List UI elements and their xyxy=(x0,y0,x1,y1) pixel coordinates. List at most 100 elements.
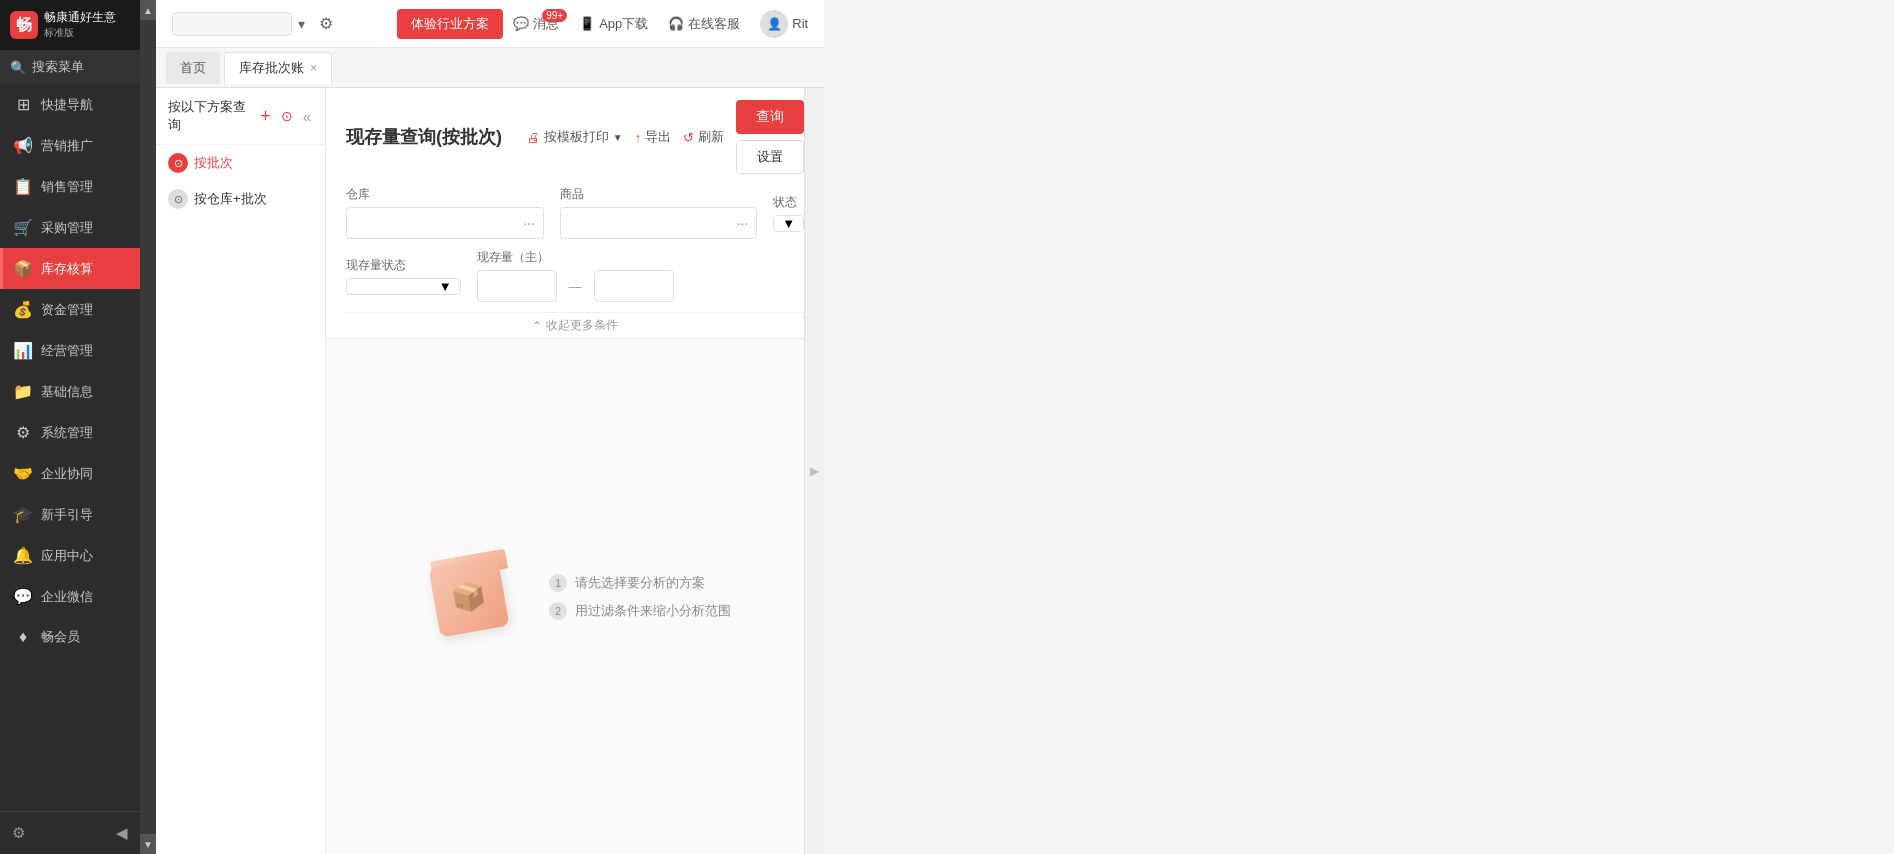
plan-batch[interactable]: ⊙ 按批次 xyxy=(156,145,325,181)
nav-icon-finance: 💰 xyxy=(13,300,33,319)
sidebar-item-enterprise[interactable]: 🤝 企业协同 xyxy=(0,453,140,494)
status-label: 状态 xyxy=(773,194,804,211)
topbar-search-input[interactable] xyxy=(172,12,292,36)
inv-status-dropdown-icon: ▼ xyxy=(439,279,452,294)
query-btn[interactable]: 查询 xyxy=(736,100,804,134)
filter-product-group: 商品 ··· xyxy=(560,186,758,239)
sidebar-item-operation[interactable]: 📊经营管理 xyxy=(0,330,140,371)
page-actions: 🖨 按模板打印 ▼ ↑ 导出 ↺ 刷新 查询 xyxy=(527,100,804,174)
add-plan-btn[interactable]: + xyxy=(258,104,273,129)
nav-icon-operation: 📊 xyxy=(13,341,33,360)
sidebar-item-shortcut[interactable]: ⊞快捷导航 xyxy=(0,84,140,125)
scroll-down-btn[interactable]: ▼ xyxy=(140,834,156,854)
topbar-gear-btn[interactable]: ⚙ xyxy=(311,9,341,39)
nav-icon-newbie: 🎓 xyxy=(13,505,33,524)
product-more-btn[interactable]: ··· xyxy=(737,215,749,231)
plan-settings-btn[interactable]: ⊙ xyxy=(279,104,295,129)
settings-action-btn[interactable]: 设置 xyxy=(736,140,804,174)
tab-close-btn[interactable]: × xyxy=(310,62,317,74)
left-panel-header: 按以下方案查询 + ⊙ « xyxy=(156,88,325,145)
nav-label-purchase: 采购管理 xyxy=(41,219,93,237)
right-close-icon: ▶ xyxy=(810,464,819,478)
sidebar-item-member[interactable]: ♦畅会员 xyxy=(0,617,140,657)
inv-main-to-input[interactable] xyxy=(594,270,674,302)
nav-label-marketing: 营销推广 xyxy=(41,137,93,155)
empty-text: 1 请先选择要分析的方案 2 用过滤条件来缩小分析范围 xyxy=(549,574,731,620)
warehouse-more-btn[interactable]: ··· xyxy=(523,215,535,231)
trial-btn[interactable]: 体验行业方案 xyxy=(397,9,503,39)
export-btn[interactable]: ↑ 导出 xyxy=(635,128,672,146)
plan-warehouse-batch[interactable]: ⊙ 按仓库+批次 xyxy=(156,181,325,217)
empty-illustration: 📦 xyxy=(419,547,519,647)
sidebar-settings-btn[interactable]: ⚙ xyxy=(10,822,27,844)
sidebar-item-inventory[interactable]: 📦 库存核算 xyxy=(0,248,140,289)
warehouse-label: 仓库 xyxy=(346,186,544,203)
export-label: 导出 xyxy=(645,128,671,146)
main-area: ▾ ⚙ 体验行业方案 💬 消息 99+ 📱 App下载 🎧 在线客服 👤 xyxy=(156,0,824,854)
filter-inv-status-group: 现存量状态 ▼ xyxy=(346,257,461,295)
app-download-btn[interactable]: 📱 App下载 xyxy=(579,15,648,33)
left-panel-title: 按以下方案查询 xyxy=(168,98,258,134)
sidebar-item-basic[interactable]: 📁基础信息 xyxy=(0,371,140,412)
topbar-dropdown-btn[interactable]: ▾ xyxy=(298,16,305,32)
page-title: 现存量查询(按批次) xyxy=(346,125,502,149)
sidebar: 畅 畅康通好生意 标准版 🔍 搜索菜单 ⊞快捷导航📢营销推广📋销售管理🛒采购管理… xyxy=(0,0,140,854)
right-side-close[interactable]: ▶ xyxy=(804,88,824,854)
tab-batch[interactable]: 库存批次账 × xyxy=(224,52,332,84)
plan-warehouse-icon: ⊙ xyxy=(168,189,188,209)
refresh-btn[interactable]: ↺ 刷新 xyxy=(683,128,724,146)
sidebar-item-marketing[interactable]: 📢 营销推广 xyxy=(0,125,140,166)
inv-main-from-input[interactable] xyxy=(477,270,557,302)
sidebar-item-finance[interactable]: 💰资金管理 xyxy=(0,289,140,330)
filter-status-group: 状态 ▼ xyxy=(773,194,804,232)
sidebar-item-wechat[interactable]: 💬企业微信 xyxy=(0,576,140,617)
nav-label-inventory: 库存核算 xyxy=(41,260,93,278)
print-template-btn[interactable]: 🖨 按模板打印 ▼ xyxy=(527,128,623,146)
product-label: 商品 xyxy=(560,186,758,203)
plan-batch-icon: ⊙ xyxy=(168,153,188,173)
user-avatar-area[interactable]: 👤 Rit xyxy=(760,10,808,38)
warehouse-input[interactable] xyxy=(355,216,523,231)
empty-step-1: 1 请先选择要分析的方案 xyxy=(549,574,731,592)
sidebar-search-menu[interactable]: 🔍 搜索菜单 xyxy=(0,50,140,84)
empty-step-2: 2 用过滤条件来缩小分析范围 xyxy=(549,602,731,620)
nav-label-enterprise: 企业协同 xyxy=(41,465,93,483)
avatar: 👤 xyxy=(760,10,788,38)
nav-icon-system: ⚙ xyxy=(13,423,33,442)
inv-status-select[interactable]: ▼ xyxy=(346,278,461,295)
tab-batch-label: 库存批次账 xyxy=(239,59,304,77)
sidebar-item-system[interactable]: ⚙ 系统管理 xyxy=(0,412,140,453)
collapse-left-btn[interactable]: « xyxy=(301,104,313,129)
sidebar-item-sales[interactable]: 📋销售管理 xyxy=(0,166,140,207)
nav-icon-marketing: 📢 xyxy=(13,136,33,155)
messages-btn[interactable]: 💬 消息 99+ xyxy=(513,15,559,33)
nav-icon-inventory: 📦 xyxy=(13,259,33,278)
tab-home[interactable]: 首页 xyxy=(166,52,220,84)
online-service-btn[interactable]: 🎧 在线客服 xyxy=(668,15,740,33)
print-icon: 🖨 xyxy=(527,130,540,145)
plan-batch-label: 按批次 xyxy=(194,154,233,172)
sidebar-item-appstore[interactable]: 🔔应用中心 xyxy=(0,535,140,576)
inv-main-dash: — xyxy=(561,279,590,294)
nav-icon-enterprise: 🤝 xyxy=(13,464,33,483)
filter-row-1: 仓库 ··· 商品 ··· xyxy=(346,186,804,239)
scroll-up-btn[interactable]: ▲ xyxy=(140,0,156,20)
product-input[interactable] xyxy=(569,216,737,231)
company-name: 畅康通好生意 xyxy=(44,10,116,26)
status-select[interactable]: ▼ xyxy=(773,215,804,232)
nav-icon-basic: 📁 xyxy=(13,382,33,401)
nav-icon-shortcut: ⊞ xyxy=(13,95,33,114)
sidebar-item-newbie[interactable]: 🎓新手引导 xyxy=(0,494,140,535)
topbar: ▾ ⚙ 体验行业方案 💬 消息 99+ 📱 App下载 🎧 在线客服 👤 xyxy=(156,0,824,48)
nav-label-system: 系统管理 xyxy=(41,424,93,442)
collapse-btn[interactable]: ⌃ 收起更多条件 xyxy=(532,317,618,334)
refresh-icon: ↺ xyxy=(683,130,694,145)
search-label: 搜索菜单 xyxy=(32,58,84,76)
print-label: 按模板打印 xyxy=(544,128,609,146)
status-dropdown-icon: ▼ xyxy=(782,216,795,231)
headset-icon: 🎧 xyxy=(668,16,684,31)
right-panel: 现存量查询(按批次) 🖨 按模板打印 ▼ ↑ 导出 ↺ xyxy=(326,88,824,854)
collapse-row: ⌃ 收起更多条件 xyxy=(346,312,804,338)
sidebar-item-purchase[interactable]: 🛒采购管理 xyxy=(0,207,140,248)
sidebar-toggle-btn[interactable]: ◀ xyxy=(114,822,130,844)
